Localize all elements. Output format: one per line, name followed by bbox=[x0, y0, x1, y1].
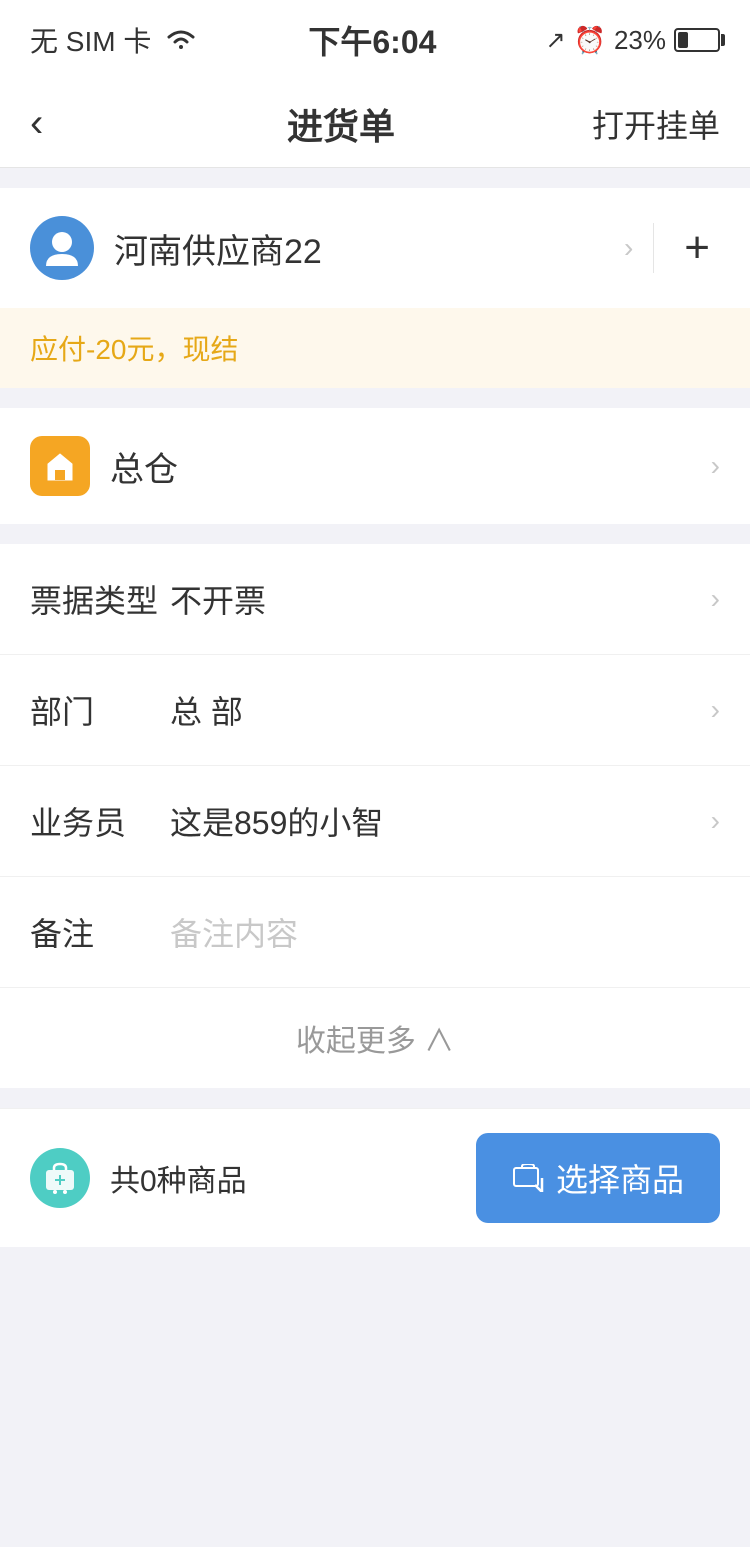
alarm-icon: ⏰ bbox=[574, 25, 606, 56]
department-row[interactable]: 部门 总 部 › bbox=[0, 654, 750, 765]
collapse-text: 收起更多 ∧ bbox=[296, 1016, 454, 1060]
section-gap-2 bbox=[0, 388, 750, 408]
person-icon bbox=[42, 228, 82, 268]
department-chevron-icon: › bbox=[711, 694, 720, 726]
wifi-icon bbox=[163, 27, 199, 53]
note-value[interactable]: 备注内容 bbox=[170, 909, 720, 955]
status-bar: 无 SIM 卡 下午6:04 ↗ ⏰ 23% bbox=[0, 0, 750, 80]
supplier-avatar bbox=[30, 216, 94, 280]
status-left: 无 SIM 卡 bbox=[30, 20, 199, 60]
status-time: 下午6:04 bbox=[308, 17, 436, 63]
fields-card: 票据类型 不开票 › 部门 总 部 › 业务员 这是859的小智 › 备注 备注… bbox=[0, 544, 750, 1088]
notice-bar: 应付-20元，现结 bbox=[0, 308, 750, 388]
warehouse-row[interactable]: 总仓 › bbox=[0, 408, 750, 524]
warehouse-chevron-icon: › bbox=[711, 450, 720, 482]
location-icon: ↗ bbox=[545, 26, 565, 55]
open-pending-button[interactable]: 打开挂单 bbox=[592, 101, 720, 147]
section-gap-3 bbox=[0, 524, 750, 544]
battery-percent: 23% bbox=[614, 25, 666, 56]
carrier-text: 无 SIM 卡 bbox=[30, 20, 151, 60]
bottom-bar: 共0种商品 选择商品 bbox=[0, 1108, 750, 1247]
warehouse-icon bbox=[30, 436, 90, 496]
section-gap-1 bbox=[0, 168, 750, 188]
department-value: 总 部 bbox=[170, 687, 711, 733]
cart-icon bbox=[42, 1160, 78, 1196]
content-area: 河南供应商22 › + 应付-20元，现结 总仓 › 票据类型 bbox=[0, 168, 750, 1547]
product-count-text: 共0种商品 bbox=[110, 1156, 476, 1200]
back-button[interactable]: ‹ bbox=[30, 101, 90, 146]
select-product-icon bbox=[512, 1164, 544, 1192]
ticket-type-value: 不开票 bbox=[170, 576, 711, 622]
ticket-type-chevron-icon: › bbox=[711, 583, 720, 615]
notice-text: 应付-20元，现结 bbox=[30, 334, 238, 365]
supplier-chevron-icon: › bbox=[624, 232, 633, 264]
background-fill bbox=[0, 1247, 750, 1547]
select-product-button[interactable]: 选择商品 bbox=[476, 1133, 720, 1223]
warehouse-name: 总仓 bbox=[110, 442, 711, 491]
note-label: 备注 bbox=[30, 909, 170, 955]
salesperson-label: 业务员 bbox=[30, 798, 170, 844]
select-product-label: 选择商品 bbox=[556, 1155, 684, 1201]
page-title: 进货单 bbox=[287, 98, 395, 150]
salesperson-row[interactable]: 业务员 这是859的小智 › bbox=[0, 765, 750, 876]
status-right: ↗ ⏰ 23% bbox=[545, 25, 720, 56]
supplier-divider bbox=[653, 223, 654, 273]
salesperson-value: 这是859的小智 bbox=[170, 798, 711, 844]
product-icon bbox=[30, 1148, 90, 1208]
house-icon bbox=[42, 448, 78, 484]
nav-bar: ‹ 进货单 打开挂单 bbox=[0, 80, 750, 168]
battery-icon bbox=[674, 28, 720, 52]
supplier-name: 河南供应商22 bbox=[114, 224, 624, 273]
department-label: 部门 bbox=[30, 687, 170, 733]
supplier-row[interactable]: 河南供应商22 › + bbox=[0, 188, 750, 308]
ticket-type-row[interactable]: 票据类型 不开票 › bbox=[0, 544, 750, 654]
add-button[interactable]: + bbox=[674, 223, 720, 273]
ticket-type-label: 票据类型 bbox=[30, 576, 170, 622]
note-row[interactable]: 备注 备注内容 bbox=[0, 876, 750, 987]
collapse-button[interactable]: 收起更多 ∧ bbox=[0, 987, 750, 1088]
warehouse-card[interactable]: 总仓 › bbox=[0, 408, 750, 524]
supplier-card: 河南供应商22 › + 应付-20元，现结 bbox=[0, 188, 750, 388]
salesperson-chevron-icon: › bbox=[711, 805, 720, 837]
